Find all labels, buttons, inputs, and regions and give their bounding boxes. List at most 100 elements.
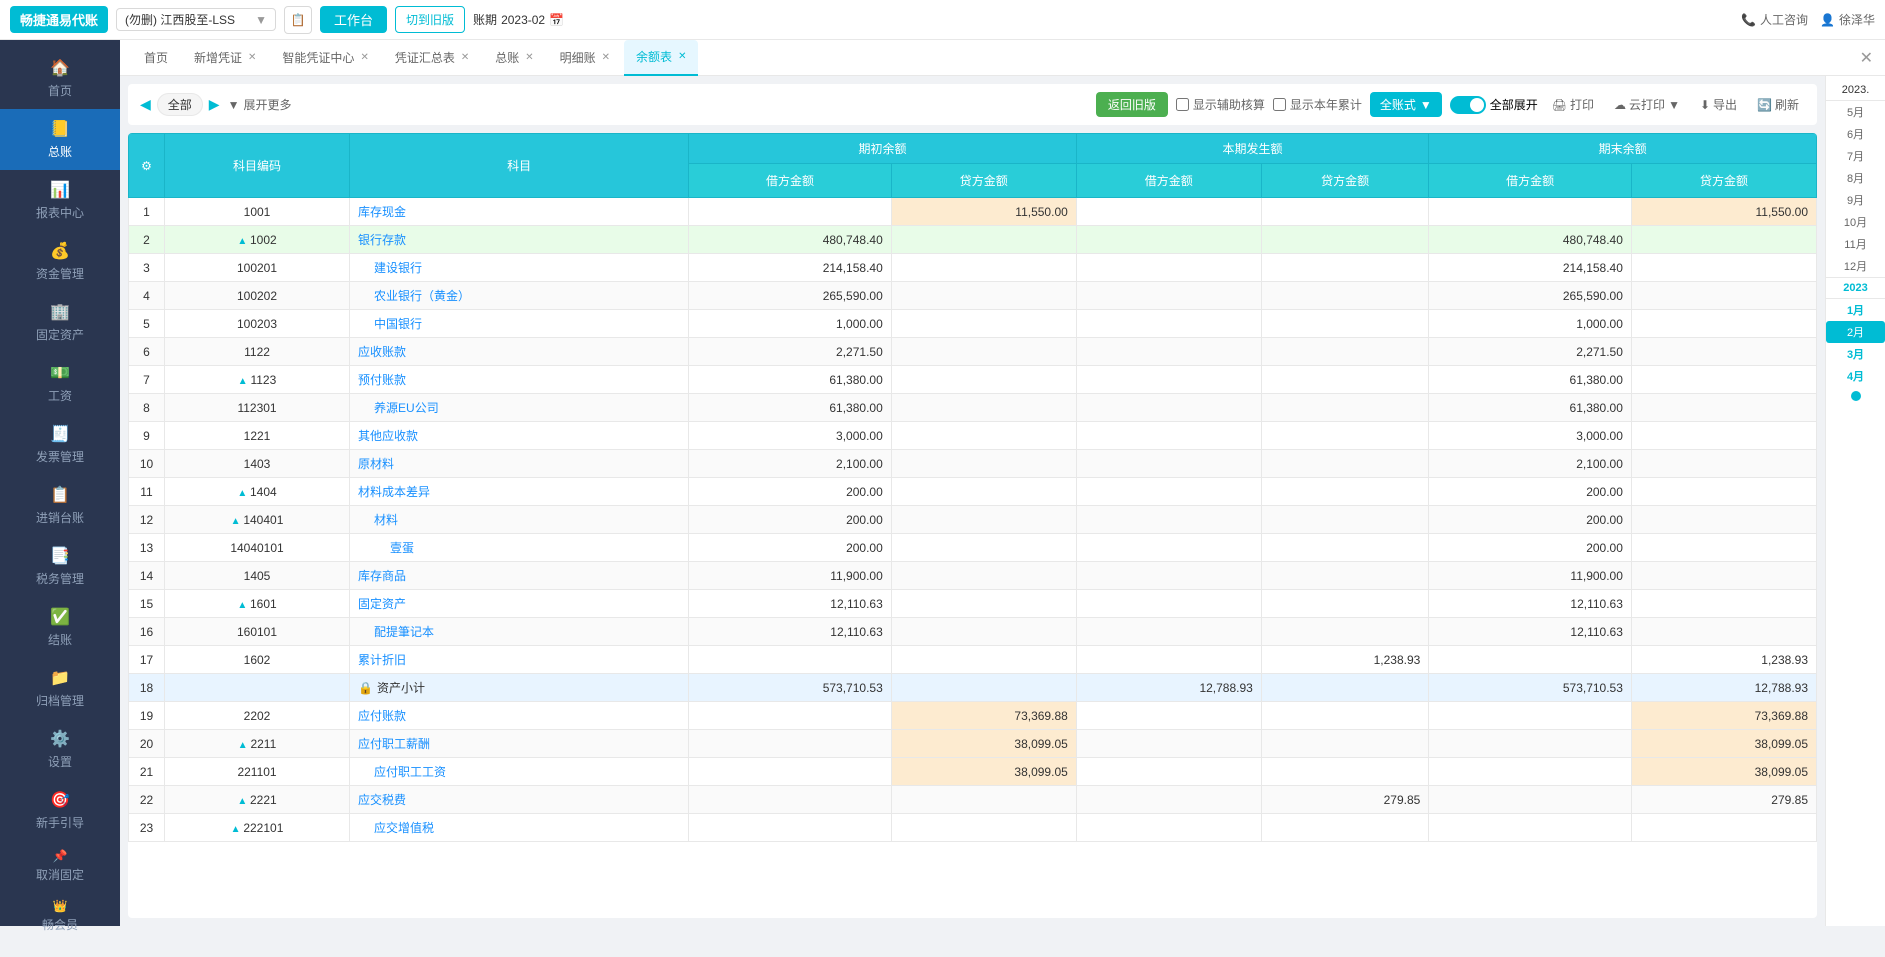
row-name-link[interactable]: 应付职工薪酬: [358, 737, 430, 751]
tab-new-voucher-close[interactable]: ✕: [248, 52, 256, 63]
row-name[interactable]: 壹蛋: [350, 534, 689, 562]
row-name[interactable]: 固定资产: [350, 590, 689, 618]
row-name[interactable]: 农业银行（黄金）: [350, 282, 689, 310]
old-version-button[interactable]: 切到旧版: [395, 6, 465, 33]
sidebar-item-fixed[interactable]: 🏢 固定资产: [0, 292, 120, 353]
close-all-icon[interactable]: ✕: [1860, 48, 1873, 68]
sidebar-item-unpin[interactable]: 📌 取消固定: [0, 841, 120, 891]
row-name[interactable]: 应付职工薪酬: [350, 730, 689, 758]
sidebar-item-tax[interactable]: 📑 税务管理: [0, 536, 120, 597]
company-select[interactable]: (勿删) 江西股至-LSS ▼: [116, 8, 276, 31]
rp-month-6[interactable]: 6月: [1826, 123, 1885, 145]
row-name[interactable]: 养源EU公司: [350, 394, 689, 422]
rp-month-1[interactable]: 1月: [1826, 299, 1885, 321]
row-name-link[interactable]: 预付账款: [358, 373, 406, 387]
workbench-button[interactable]: 工作台: [320, 6, 387, 33]
cloud-print-button[interactable]: ☁ 云打印 ▼: [1608, 93, 1686, 116]
row-name-link[interactable]: 库存现金: [358, 205, 406, 219]
row-name-link[interactable]: 其他应收款: [358, 429, 418, 443]
print-button[interactable]: 🖨 打印: [1546, 93, 1600, 116]
row-name[interactable]: 库存现金: [350, 198, 689, 226]
th-settings[interactable]: ⚙: [129, 134, 165, 198]
rp-month-11[interactable]: 11月: [1826, 233, 1885, 255]
export-button[interactable]: ⬇ 导出: [1694, 93, 1743, 116]
calendar-icon[interactable]: 📅: [549, 13, 564, 27]
sidebar-item-invoice[interactable]: 🧾 发票管理: [0, 414, 120, 475]
row-name-link[interactable]: 壹蛋: [390, 541, 414, 555]
show-ytd-input[interactable]: [1273, 98, 1286, 111]
rp-year-2023[interactable]: 2023: [1826, 277, 1885, 299]
rp-month-10[interactable]: 10月: [1826, 211, 1885, 233]
row-name[interactable]: 应付账款: [350, 702, 689, 730]
rp-month-7[interactable]: 7月: [1826, 145, 1885, 167]
rp-month-12[interactable]: 12月: [1826, 255, 1885, 277]
tab-voucher-summary[interactable]: 凭证汇总表 ✕: [383, 40, 481, 76]
row-name[interactable]: 建设银行: [350, 254, 689, 282]
sidebar-item-purchase[interactable]: 📋 进销台账: [0, 475, 120, 536]
rp-month-2[interactable]: 2月: [1826, 321, 1885, 343]
tab-balance-sheet[interactable]: 余额表 ✕: [624, 40, 698, 76]
row-name-link[interactable]: 农业银行（黄金）: [374, 289, 470, 303]
row-name[interactable]: 应交税费: [350, 786, 689, 814]
sidebar-item-member[interactable]: 👑 畅会员: [0, 891, 120, 941]
tab-home[interactable]: 首页: [132, 40, 180, 76]
expand-all-toggle[interactable]: 全部展开: [1450, 96, 1538, 114]
expand-more-btn[interactable]: ▼ 展开更多: [228, 96, 292, 113]
row-name[interactable]: 预付账款: [350, 366, 689, 394]
tab-detail-ledger-close[interactable]: ✕: [602, 52, 610, 63]
show-ytd-checkbox[interactable]: 显示本年累计: [1273, 96, 1362, 113]
row-name[interactable]: 银行存款: [350, 226, 689, 254]
sidebar-item-ledger[interactable]: 📒 总账: [0, 109, 120, 170]
row-name-link[interactable]: 固定资产: [358, 597, 406, 611]
user-profile[interactable]: 👤 徐泽华: [1820, 11, 1875, 28]
rp-month-5[interactable]: 5月: [1826, 101, 1885, 123]
row-name-link[interactable]: 建设银行: [374, 261, 422, 275]
row-name[interactable]: 应交增值税: [350, 814, 689, 842]
row-name[interactable]: 应付职工工资: [350, 758, 689, 786]
row-name[interactable]: 累计折旧: [350, 646, 689, 674]
row-name-link[interactable]: 材料成本差异: [358, 485, 430, 499]
sidebar-item-home[interactable]: 🏠 首页: [0, 48, 120, 109]
row-name[interactable]: 配提筆记本: [350, 618, 689, 646]
row-name-link[interactable]: 库存商品: [358, 569, 406, 583]
sidebar-item-report[interactable]: 📊 报表中心: [0, 170, 120, 231]
row-name-link[interactable]: 累计折旧: [358, 653, 406, 667]
row-name[interactable]: 材料: [350, 506, 689, 534]
sidebar-item-salary[interactable]: 💵 工资: [0, 353, 120, 414]
full-style-button[interactable]: 全账式 ▼: [1370, 92, 1442, 117]
row-name[interactable]: 其他应收款: [350, 422, 689, 450]
row-name-link[interactable]: 养源EU公司: [374, 401, 439, 415]
copy-icon[interactable]: 📋: [284, 6, 312, 34]
row-name-link[interactable]: 中国银行: [374, 317, 422, 331]
tab-new-voucher[interactable]: 新增凭证 ✕: [182, 40, 268, 76]
tab-detail-ledger[interactable]: 明细账 ✕: [548, 40, 622, 76]
sidebar-item-checkout[interactable]: ✅ 结账: [0, 597, 120, 658]
tab-smart-voucher[interactable]: 智能凭证中心 ✕: [270, 40, 380, 76]
sidebar-item-archive[interactable]: 📁 归档管理: [0, 658, 120, 719]
tab-voucher-summary-close[interactable]: ✕: [461, 52, 469, 63]
sidebar-item-settings[interactable]: ⚙️ 设置: [0, 719, 120, 780]
tab-general-ledger[interactable]: 总账 ✕: [483, 40, 545, 76]
row-name[interactable]: 中国银行: [350, 310, 689, 338]
show-aux-input[interactable]: [1176, 98, 1189, 111]
row-name-link[interactable]: 原材料: [358, 457, 394, 471]
consult-btn[interactable]: 📞 人工咨询: [1741, 11, 1808, 28]
sidebar-item-guide[interactable]: 🎯 新手引导: [0, 780, 120, 841]
filter-back-icon[interactable]: ◀: [140, 96, 151, 113]
row-name[interactable]: 原材料: [350, 450, 689, 478]
row-name-link[interactable]: 银行存款: [358, 233, 406, 247]
return-old-button[interactable]: 返回旧版: [1096, 92, 1168, 117]
row-name[interactable]: 应收账款: [350, 338, 689, 366]
show-aux-checkbox[interactable]: 显示辅助核算: [1176, 96, 1265, 113]
rp-month-9[interactable]: 9月: [1826, 189, 1885, 211]
row-name-link[interactable]: 应付职工工资: [374, 765, 446, 779]
filter-forward-icon[interactable]: ▶: [209, 96, 220, 113]
row-name-link[interactable]: 应交增值税: [374, 821, 434, 835]
tab-smart-voucher-close[interactable]: ✕: [360, 52, 368, 63]
rp-month-4[interactable]: 4月: [1826, 365, 1885, 387]
row-name-link[interactable]: 应交税费: [358, 793, 406, 807]
row-name-link[interactable]: 配提筆记本: [374, 625, 434, 639]
sidebar-item-fund[interactable]: 💰 资金管理: [0, 231, 120, 292]
row-name-link[interactable]: 材料: [374, 513, 398, 527]
tab-balance-sheet-close[interactable]: ✕: [678, 51, 686, 62]
